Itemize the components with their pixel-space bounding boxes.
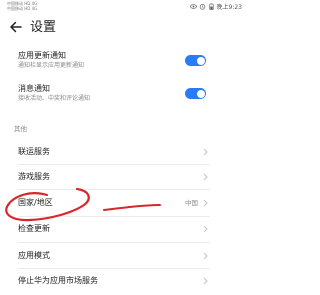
toggle-knob [196,56,205,65]
list-item-label: 检查更新 [18,224,50,233]
carrier-sim2: 中国移动 HD 4G [7,6,38,11]
setting-row-app-update-notify[interactable]: 应用更新通知 通知栏显示应用更新通知 [0,50,250,76]
list-item-label: 停止华为应用市场服务 [18,276,98,285]
chevron-right-icon [203,148,208,156]
list-item-label: 联运服务 [18,147,50,156]
list-item-country-region[interactable]: 国家/地区 中国 [0,196,250,210]
alarm-icon [199,4,205,10]
section-title-other: 其他 [14,125,27,133]
setting-subtitle: 通知栏显示应用更新通知 [18,62,85,69]
divider [18,189,210,190]
divider [18,242,210,243]
list-item-label: 游戏服务 [18,172,50,181]
list-item-check-update[interactable]: 检查更新 [0,222,250,236]
status-time: 晚上9:23 [216,4,242,11]
page-title: 设置 [30,20,57,35]
chevron-right-icon [203,173,208,181]
chevron-right-icon [203,277,208,285]
setting-subtitle: 接收活动、中奖和评论通知 [18,95,91,102]
header: 设置 [0,14,250,44]
divider [18,268,210,269]
eye-comfort-icon [189,4,197,9]
list-item-label: 应用模式 [18,251,50,260]
battery-icon [208,3,214,10]
list-item-lianyun-service[interactable]: 联运服务 [0,145,250,159]
chevron-right-icon [203,199,208,207]
back-arrow-icon[interactable] [9,20,23,34]
message-notify-toggle[interactable] [185,88,206,99]
chevron-right-icon [203,225,208,233]
status-bar: 中国移动 HD 4G 中国移动 HD 4G 晚上9:23 [0,0,250,13]
divider [18,216,210,217]
list-item-label: 国家/地区 [18,198,53,207]
setting-label: 应用更新通知 [18,51,66,60]
chevron-right-icon [203,252,208,260]
list-item-stop-service[interactable]: 停止华为应用市场服务 [0,274,250,288]
status-indicators: 晚上9:23 [189,2,242,11]
list-item-game-service[interactable]: 游戏服务 [0,170,250,184]
divider [18,164,210,165]
setting-row-message-notify[interactable]: 消息通知 接收活动、中奖和评论通知 [0,83,250,109]
toggle-knob [196,89,205,98]
setting-label: 消息通知 [18,84,50,93]
country-region-value: 中国 [185,199,198,207]
list-item-app-mode[interactable]: 应用模式 [0,249,250,263]
app-update-notify-toggle[interactable] [185,55,206,66]
